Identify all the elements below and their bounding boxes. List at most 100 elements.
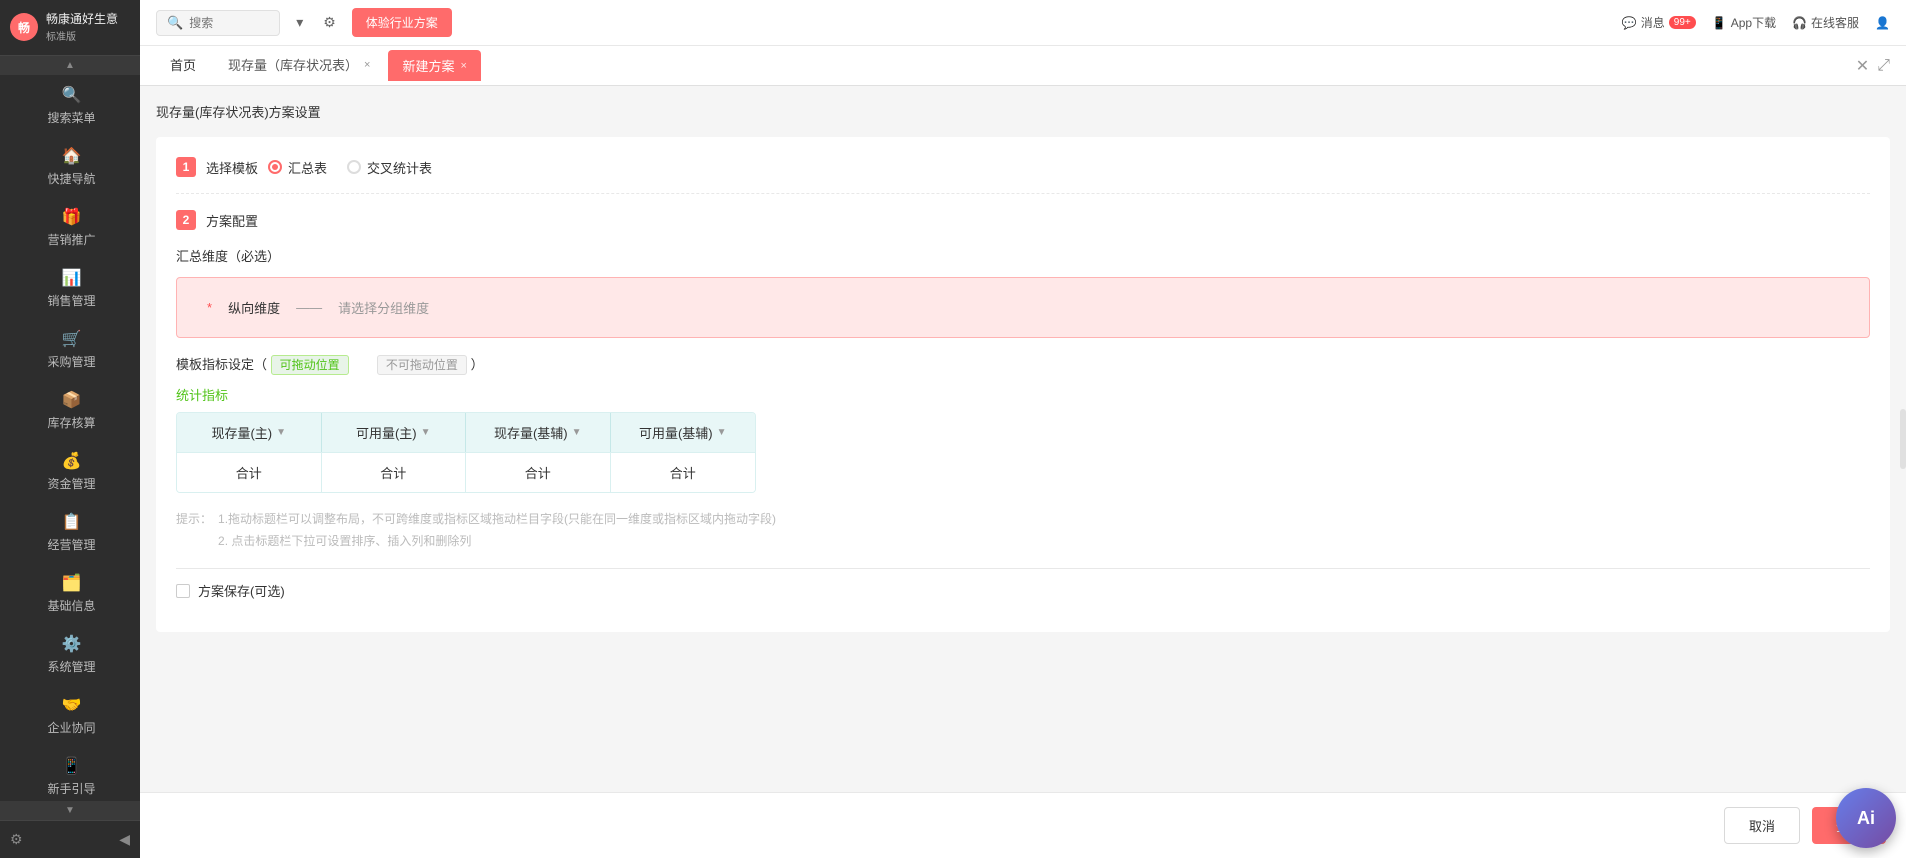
message-badge: 99+ <box>1669 16 1696 29</box>
save-option: 方案保存(可选) <box>176 568 1870 612</box>
dropdown-icon[interactable]: ▾ <box>292 10 307 35</box>
tips-title: 提示： <box>176 509 212 531</box>
sidebar-item-newcomer[interactable]: 📱 新手引导 <box>0 746 140 801</box>
sidebar-item-marketing[interactable]: 🎁 营销推广 <box>0 197 140 258</box>
indicator-config-row: 模板指标设定（ 可拖动位置 不可拖动位置 ） <box>176 354 1870 373</box>
cart-icon: 🛒 <box>62 329 82 349</box>
sidebar-scroll-down[interactable]: ▼ <box>0 801 140 820</box>
app-download-btn[interactable]: 📱 App下载 <box>1712 14 1776 31</box>
main-area: 🔍 ▾ ⚙ 体验行业方案 💬 消息 99+ 📱 App下载 🎧 在线客服 👤 <box>140 0 1906 858</box>
search-icon-top: 🔍 <box>167 15 183 31</box>
section2-title: 方案配置 <box>206 211 258 230</box>
dimension-row: * 纵向维度 —— 请选择分组维度 <box>207 298 1839 317</box>
search-icon: 🔍 <box>62 85 82 105</box>
tab-close-icon[interactable]: ✕ <box>1856 56 1869 76</box>
content-area: 现存量(库存状况表)方案设置 1 选择模板 汇总表 交叉统计表 <box>140 86 1906 792</box>
tip-line-2: 提示： 2. 点击标题栏下拉可设置排序、插入列和删除列 <box>176 531 1870 553</box>
section-divider-1 <box>176 193 1870 194</box>
tab-new-close[interactable]: × <box>460 60 466 72</box>
dimension-placeholder[interactable]: 请选择分组维度 <box>338 298 429 317</box>
col-dropdown-3[interactable]: ▼ <box>717 427 727 438</box>
search-input[interactable] <box>189 16 269 30</box>
section2-header: 2 方案配置 <box>176 210 1870 230</box>
app-name: 畅康通好生意 <box>46 12 118 28</box>
col-header-2[interactable]: 现存量(基辅) ▼ <box>466 413 611 452</box>
topbar-right: 💬 消息 99+ 📱 App下载 🎧 在线客服 👤 <box>1622 14 1890 31</box>
folder-icon: 🗂️ <box>62 573 82 593</box>
industry-btn[interactable]: 体验行业方案 <box>352 8 452 37</box>
save-option-label: 方案保存(可选) <box>198 581 285 600</box>
gift-icon: 🎁 <box>62 207 82 227</box>
tab-new-scheme[interactable]: 新建方案 × <box>388 50 480 81</box>
vertical-dimension-label: 纵向维度 <box>228 298 280 317</box>
page-title: 现存量(库存状况表)方案设置 <box>156 102 1890 121</box>
right-scroll-handle[interactable] <box>1900 409 1906 469</box>
col-dropdown-2[interactable]: ▼ <box>572 427 582 438</box>
col-header-0[interactable]: 现存量(主) ▼ <box>177 413 322 452</box>
collapse-icon[interactable]: ◀ <box>119 831 130 848</box>
gear-icon: ⚙️ <box>62 634 82 654</box>
cancel-button[interactable]: 取消 <box>1724 807 1800 844</box>
col-header-1[interactable]: 可用量(主) ▼ <box>322 413 467 452</box>
stats-table-header: 现存量(主) ▼ 可用量(主) ▼ 现存量(基辅) ▼ 可用量(基辅) <box>177 413 755 452</box>
non-draggable-badge: 不可拖动位置 <box>377 355 467 375</box>
tab-expand-icon[interactable]: ⤢ <box>1877 57 1890 75</box>
sidebar-item-bizmanage[interactable]: 📋 经营管理 <box>0 502 140 563</box>
search-bar[interactable]: 🔍 <box>156 10 280 36</box>
gear-icon-top[interactable]: ⚙ <box>319 10 340 35</box>
stats-cell-0: 合计 <box>177 453 322 492</box>
col-dropdown-0[interactable]: ▼ <box>276 427 286 438</box>
home-icon: 🏠 <box>62 146 82 166</box>
radio-cross-dot <box>347 160 361 174</box>
tip2-text: 2. 点击标题栏下拉可设置排序、插入列和删除列 <box>218 531 471 553</box>
tip1-text: 1.拖动标题栏可以调整布局，不可跨维度或指标区域拖动栏目字段(只能在同一维度或指… <box>218 509 776 531</box>
dimension-dash: —— <box>296 300 322 315</box>
logo-icon: 畅 <box>10 13 38 41</box>
sidebar-item-purchase[interactable]: 🛒 采购管理 <box>0 319 140 380</box>
sidebar-item-sysmanage[interactable]: ⚙️ 系统管理 <box>0 624 140 685</box>
mobile-icon: 📱 <box>62 756 82 776</box>
tabs-bar: 首页 现存量（库存状况表） × 新建方案 × ✕ ⤢ <box>140 46 1906 86</box>
section1-header: 1 选择模板 汇总表 交叉统计表 <box>176 157 1870 177</box>
money-icon: 💰 <box>62 451 82 471</box>
save-checkbox[interactable] <box>176 584 190 598</box>
col-dropdown-1[interactable]: ▼ <box>421 427 431 438</box>
tab-home[interactable]: 首页 <box>156 47 210 84</box>
sidebar-item-sales[interactable]: 📊 销售管理 <box>0 258 140 319</box>
sidebar-nav: 🔍 搜索菜单 🏠 快捷导航 🎁 营销推广 📊 销售管理 🛒 采购管理 📦 库存核… <box>0 75 140 801</box>
sidebar-item-inventory[interactable]: 📦 库存核算 <box>0 380 140 441</box>
col-header-3[interactable]: 可用量(基辅) ▼ <box>611 413 756 452</box>
download-icon: 📱 <box>1712 16 1727 30</box>
tab-inventory-close[interactable]: × <box>364 59 370 71</box>
handshake-icon: 🤝 <box>62 695 82 715</box>
tabs-right-controls: ✕ ⤢ <box>1856 56 1890 76</box>
settings-bottom-icon[interactable]: ⚙ <box>10 831 23 848</box>
radio-cross[interactable]: 交叉统计表 <box>347 158 432 177</box>
sidebar-item-basicinfo[interactable]: 🗂️ 基础信息 <box>0 563 140 624</box>
section1: 1 选择模板 汇总表 交叉统计表 <box>176 157 1870 177</box>
section1-title: 选择模板 <box>206 158 258 177</box>
dimension-box: * 纵向维度 —— 请选择分组维度 <box>176 277 1870 338</box>
sidebar-scroll-up[interactable]: ▲ <box>0 56 140 75</box>
message-btn[interactable]: 💬 消息 99+ <box>1622 14 1696 31</box>
box-icon: 📦 <box>62 390 82 410</box>
radio-summary-dot <box>268 160 282 174</box>
online-service-btn[interactable]: 🎧 在线客服 <box>1792 14 1859 31</box>
user-avatar[interactable]: 👤 <box>1875 16 1890 30</box>
radio-summary[interactable]: 汇总表 <box>268 158 327 177</box>
section2: 2 方案配置 汇总维度（必选） * 纵向维度 —— 请选择分组维度 <box>176 210 1870 612</box>
app-edition: 标准版 <box>46 28 118 43</box>
main-panel: 1 选择模板 汇总表 交叉统计表 <box>156 137 1890 632</box>
section1-number: 1 <box>176 157 196 177</box>
topbar: 🔍 ▾ ⚙ 体验行业方案 💬 消息 99+ 📱 App下载 🎧 在线客服 👤 <box>140 0 1906 46</box>
stats-cell-2: 合计 <box>466 453 611 492</box>
tab-inventory[interactable]: 现存量（库存状况表） × <box>214 47 384 84</box>
ai-bubble[interactable]: Ai <box>1836 788 1896 848</box>
sidebar-item-quicknav[interactable]: 🏠 快捷导航 <box>0 136 140 197</box>
sidebar-item-bizagree[interactable]: 🤝 企业协同 <box>0 685 140 746</box>
stats-table-data-row: 合计 合计 合计 合计 <box>177 452 755 492</box>
sidebar-item-finance[interactable]: 💰 资金管理 <box>0 441 140 502</box>
sidebar-item-search[interactable]: 🔍 搜索菜单 <box>0 75 140 136</box>
tips-box: 提示： 1.拖动标题栏可以调整布局，不可跨维度或指标区域拖动栏目字段(只能在同一… <box>176 509 1870 552</box>
chart-icon: 📊 <box>62 268 82 288</box>
